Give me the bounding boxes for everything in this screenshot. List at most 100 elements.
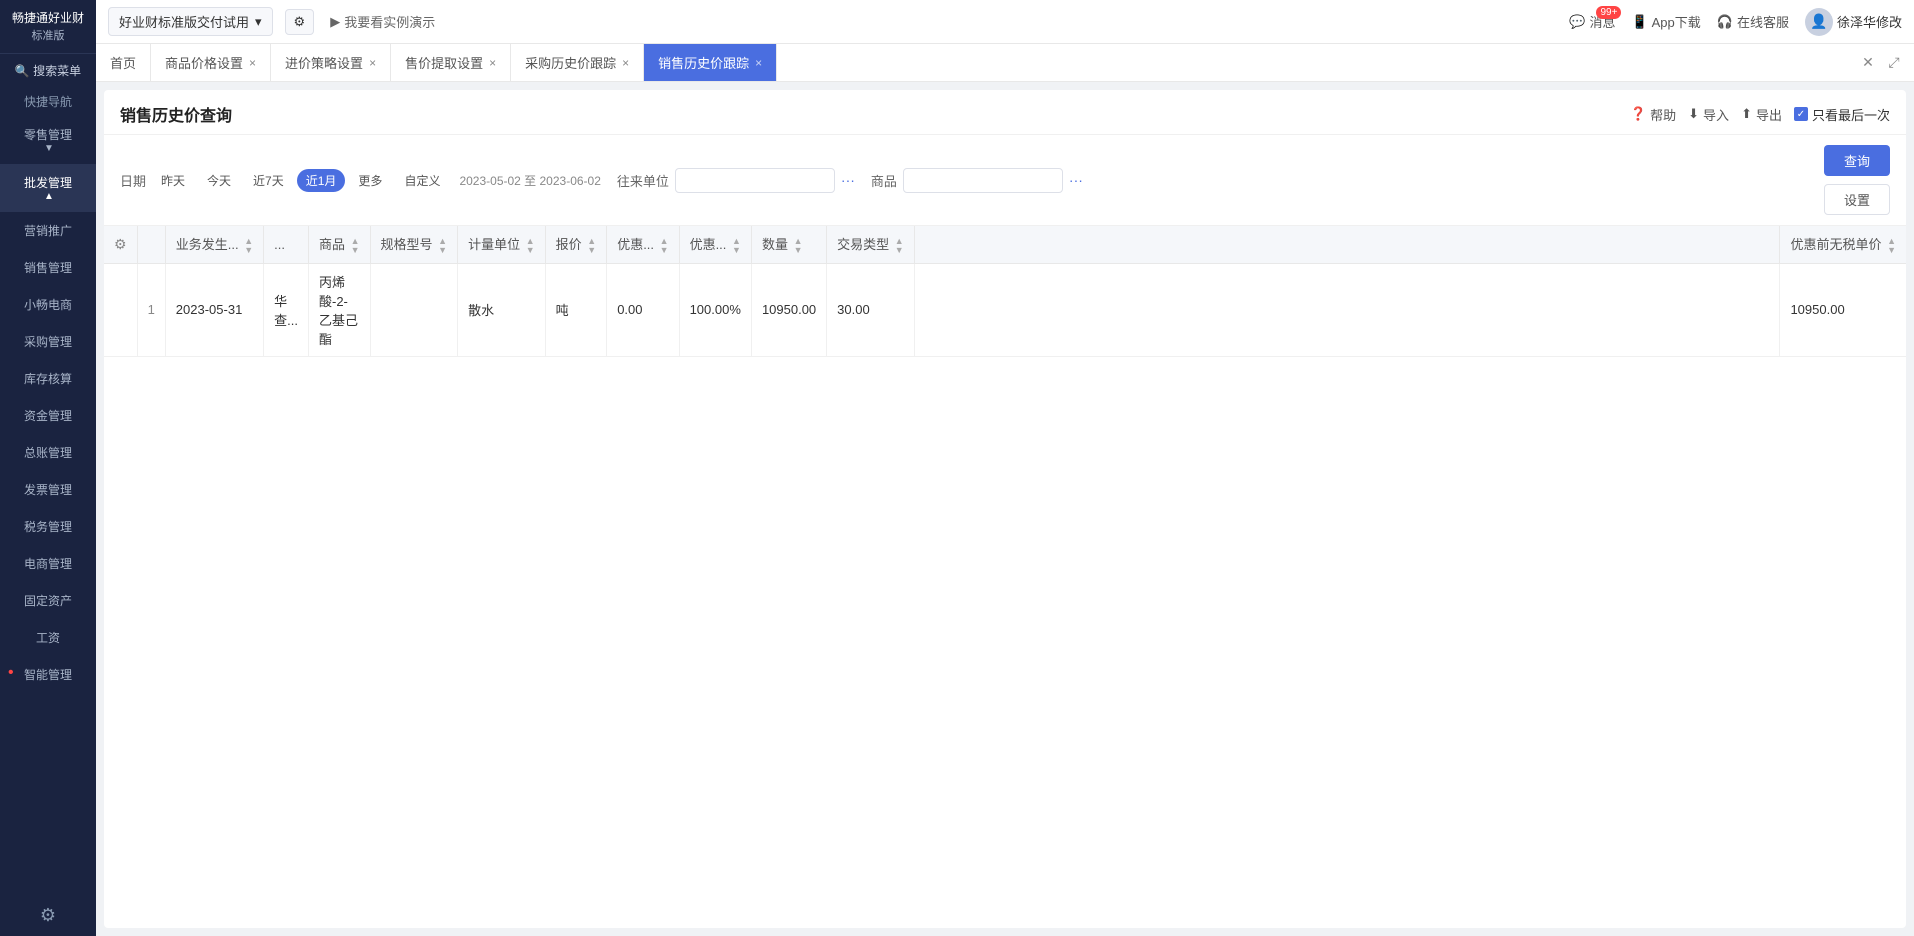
- sidebar-item-marketing[interactable]: 营销推广: [0, 212, 96, 249]
- settings-btn[interactable]: ⚙: [285, 9, 315, 35]
- sidebar-item-invoice-mgmt[interactable]: 发票管理: [0, 471, 96, 508]
- close-icon[interactable]: ×: [489, 56, 496, 70]
- messages-badge: 99+: [1596, 6, 1621, 19]
- row-biz-date: 2023-05-31: [165, 263, 263, 356]
- tab-sales-history[interactable]: 销售历史价跟踪 ×: [644, 44, 777, 82]
- row-more: 华查...: [264, 263, 309, 356]
- import-btn[interactable]: ⬇ 导入: [1688, 105, 1729, 124]
- sidebar-search[interactable]: 🔍 搜索菜单: [0, 54, 96, 87]
- topbar-actions: 💬 消息 99+ 📱 App下载 🎧 在线客服 👤 徐泽华修改: [1569, 8, 1902, 36]
- close-icon[interactable]: ×: [369, 56, 376, 70]
- col-discount-pct[interactable]: 优惠... ▲▼: [607, 226, 679, 263]
- filter-area: 日期 昨天 今天 近7天 近1月 更多 自定义 2023-05-02 至 202…: [104, 135, 1906, 226]
- tab-goods-price-label: 商品价格设置: [165, 53, 243, 72]
- export-btn[interactable]: ⬆ 导出: [1741, 105, 1782, 124]
- play-icon: ▶: [330, 14, 340, 30]
- user-info[interactable]: 👤 徐泽华修改: [1805, 8, 1902, 36]
- date-btn-custom[interactable]: 自定义: [395, 169, 449, 192]
- row-discount-amt: 10950.00: [751, 263, 826, 356]
- import-icon: ⬇: [1688, 106, 1699, 122]
- sidebar-item-account-mgmt[interactable]: 总账管理: [0, 434, 96, 471]
- export-label: 导出: [1756, 105, 1782, 124]
- message-icon: 💬: [1569, 14, 1585, 30]
- sidebar-logo-title: 畅捷通好业财: [8, 10, 88, 27]
- sidebar-item-smart-mgmt[interactable]: 智能管理: [0, 656, 96, 693]
- sidebar-item-wholesale-mgmt[interactable]: 批发管理 ▲: [0, 164, 96, 212]
- sidebar-item-label: 批发管理: [24, 174, 72, 191]
- sidebar-item-ecom-mgmt[interactable]: 电商管理: [0, 545, 96, 582]
- sidebar-item-tax-mgmt[interactable]: 税务管理: [0, 508, 96, 545]
- row-goods: 丙烯酸-2-乙基己酯: [309, 263, 371, 356]
- sidebar-item-label: 总账管理: [24, 444, 72, 461]
- tab-goods-price[interactable]: 商品价格设置 ×: [151, 44, 271, 82]
- sidebar-item-label: 固定资产: [24, 592, 72, 609]
- chevron-down-icon: ▾: [255, 14, 262, 30]
- data-table: ⚙ 业务发生... ▲▼ ... 商品 ▲▼ 规格型: [104, 226, 1906, 357]
- app-selector[interactable]: 好业财标准版交付试用 ▾: [108, 7, 273, 36]
- sidebar-item-label: 采购管理: [24, 333, 72, 350]
- col-more[interactable]: ...: [264, 226, 309, 263]
- goods-dots-btn[interactable]: ···: [1069, 172, 1083, 188]
- goods-input[interactable]: [903, 168, 1063, 193]
- sidebar-logo-subtitle: 标准版: [8, 27, 88, 43]
- table-row: 1 2023-05-31 华查... 丙烯酸-2-乙基己酯 散水 吨 0.00 …: [104, 263, 1906, 356]
- only-last-checkbox[interactable]: ✓ 只看最后一次: [1794, 105, 1890, 124]
- date-btn-more[interactable]: 更多: [349, 169, 391, 192]
- from-unit-input[interactable]: [675, 168, 835, 193]
- sidebar-item-purchase-mgmt[interactable]: 采购管理: [0, 323, 96, 360]
- col-discount-amt[interactable]: 优惠... ▲▼: [679, 226, 751, 263]
- gear-icon[interactable]: ⚙: [114, 236, 127, 252]
- col-unit[interactable]: 计量单位 ▲▼: [458, 226, 546, 263]
- col-tx-type[interactable]: 交易类型 ▲▼: [827, 226, 915, 263]
- col-spec[interactable]: 规格型号 ▲▼: [370, 226, 458, 263]
- close-icon[interactable]: ×: [249, 56, 256, 70]
- date-btn-7days[interactable]: 近7天: [244, 169, 293, 192]
- date-btn-today[interactable]: 今天: [198, 169, 240, 192]
- col-quantity[interactable]: 数量 ▲▼: [751, 226, 826, 263]
- app-download-btn[interactable]: 📱 App下载: [1631, 12, 1700, 31]
- sidebar-item-label: 营销推广: [24, 222, 72, 239]
- col-goods[interactable]: 商品 ▲▼: [309, 226, 371, 263]
- row-discount-pct: 100.00%: [679, 263, 751, 356]
- sidebar-item-label: 库存核算: [24, 370, 72, 387]
- maximize-window-btn[interactable]: ⤢: [1882, 51, 1906, 75]
- help-label: 帮助: [1650, 105, 1676, 124]
- demo-link[interactable]: ▶ 我要看实例演示: [330, 12, 435, 31]
- sidebar-item-inventory[interactable]: 库存核算: [0, 360, 96, 397]
- sidebar-item-fixed-assets[interactable]: 固定资产: [0, 582, 96, 619]
- page-header-actions: ❓ 帮助 ⬇ 导入 ⬆ 导出 ✓ 只看最后一次: [1630, 105, 1890, 124]
- sidebar-item-xiaochange-ec[interactable]: 小畅电商: [0, 286, 96, 323]
- date-btn-yesterday[interactable]: 昨天: [152, 169, 194, 192]
- tab-purchase-strategy[interactable]: 进价策略设置 ×: [271, 44, 391, 82]
- col-biz-date[interactable]: 业务发生... ▲▼: [165, 226, 263, 263]
- close-icon[interactable]: ×: [622, 56, 629, 70]
- row-unit: 散水: [458, 263, 546, 356]
- sidebar-settings-btn[interactable]: ⚙: [0, 895, 96, 936]
- close-icon[interactable]: ×: [755, 56, 762, 70]
- tab-purchase-history[interactable]: 采购历史价跟踪 ×: [511, 44, 644, 82]
- sidebar-item-label: 发票管理: [24, 481, 72, 498]
- query-btn[interactable]: 查询: [1824, 145, 1890, 176]
- sidebar-item-payroll[interactable]: 工资: [0, 619, 96, 656]
- help-btn[interactable]: ❓ 帮助: [1630, 105, 1676, 124]
- col-price[interactable]: 报价 ▲▼: [545, 226, 607, 263]
- chevron-down-icon: ▼: [44, 143, 54, 154]
- user-name: 徐泽华修改: [1837, 12, 1902, 31]
- close-window-btn[interactable]: ✕: [1856, 51, 1880, 75]
- col-num: [137, 226, 165, 263]
- settings-btn[interactable]: 设置: [1824, 184, 1890, 215]
- from-unit-dots-btn[interactable]: ···: [841, 172, 855, 188]
- avatar: 👤: [1805, 8, 1833, 36]
- tab-sale-price-extract[interactable]: 售价提取设置 ×: [391, 44, 511, 82]
- sidebar-item-sales-mgmt[interactable]: 销售管理: [0, 249, 96, 286]
- search-icon: 🔍: [15, 64, 30, 78]
- date-btn-1month[interactable]: 近1月: [297, 169, 346, 192]
- sidebar-item-capital-mgmt[interactable]: 资金管理: [0, 397, 96, 434]
- col-pretax-price[interactable]: 优惠前无税单价 ▲▼: [1780, 226, 1906, 263]
- sidebar-item-retail-mgmt[interactable]: 零售管理 ▼: [0, 116, 96, 164]
- messages-btn[interactable]: 💬 消息 99+: [1569, 12, 1615, 31]
- sidebar-quick-nav[interactable]: 快捷导航: [0, 87, 96, 116]
- online-service-btn[interactable]: 🎧 在线客服: [1717, 12, 1789, 31]
- tab-home[interactable]: 首页: [96, 44, 151, 82]
- goods-filter-group: 商品 ···: [871, 168, 1083, 193]
